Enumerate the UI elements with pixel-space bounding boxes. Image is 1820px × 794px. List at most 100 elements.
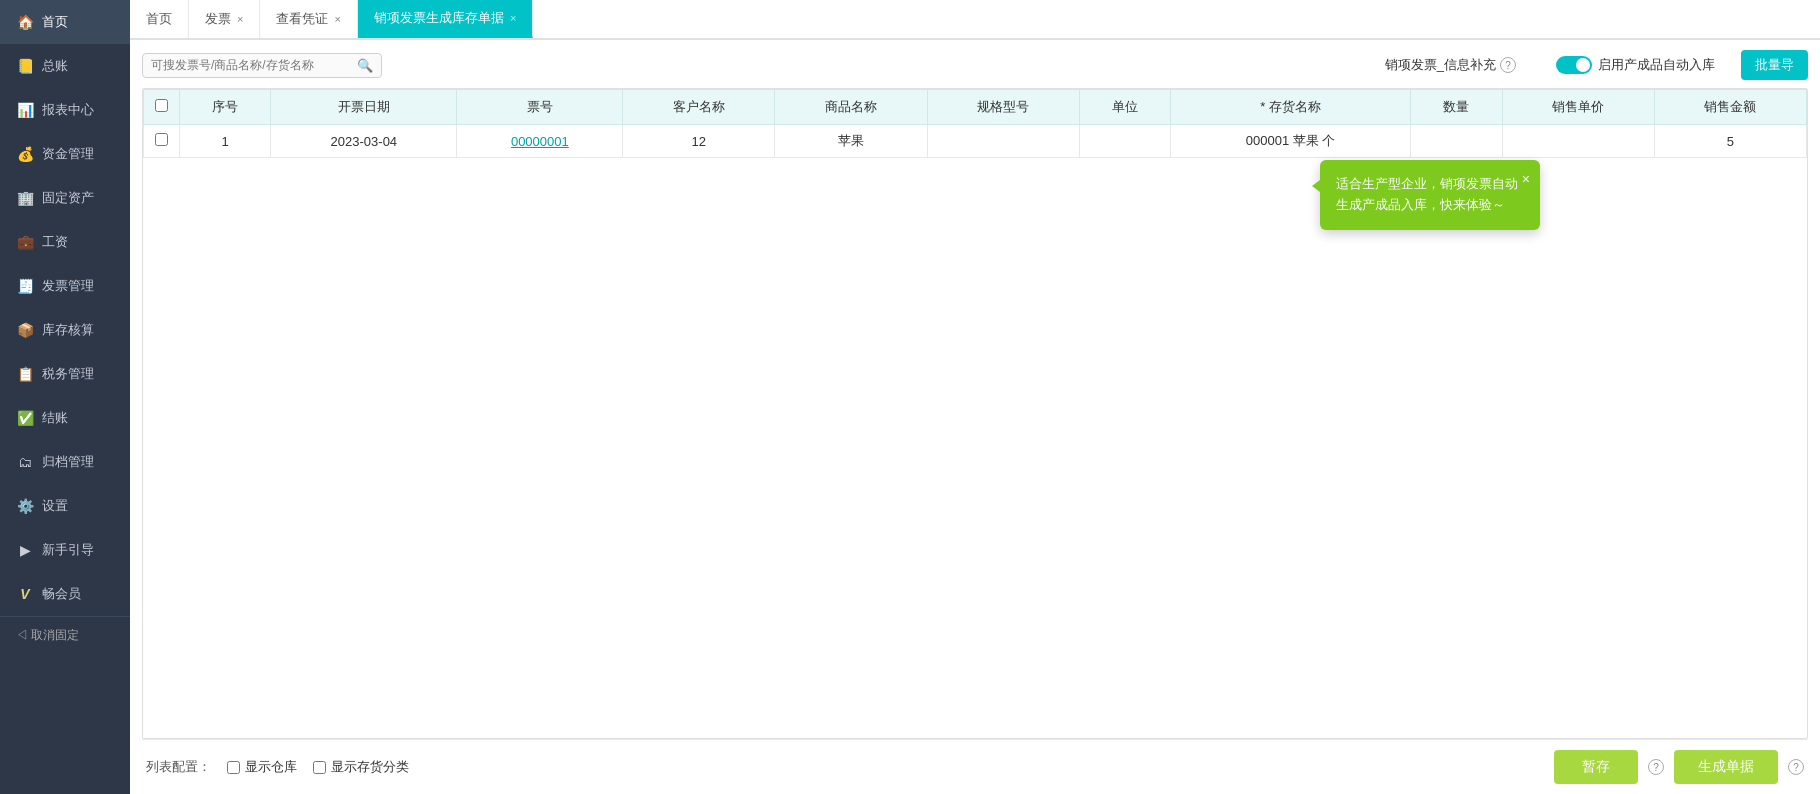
pin-label: 取消固定 [31, 628, 79, 642]
tab-home-label: 首页 [146, 10, 172, 28]
row-unit [1079, 125, 1170, 158]
col-header-goods: 商品名称 [775, 90, 927, 125]
sidebar-label-settle: 结账 [42, 409, 68, 427]
batch-button[interactable]: 批量导 [1741, 50, 1808, 80]
tax-icon: 📋 [16, 366, 34, 382]
data-table-wrap: 序号 开票日期 票号 客户名称 商品名称 规格型号 单位 * 存货名称 数量 销… [142, 88, 1808, 739]
sidebar-item-capital[interactable]: 💰 资金管理 [0, 132, 130, 176]
info-label-text: 销项发票_信息补充 [1385, 56, 1496, 74]
list-config-label: 列表配置： [146, 758, 211, 776]
row-number: 00000001 [457, 125, 623, 158]
show-category-checkbox[interactable] [313, 761, 326, 774]
sidebar-item-invoice[interactable]: 🧾 发票管理 [0, 264, 130, 308]
invoice-icon: 🧾 [16, 278, 34, 294]
report-icon: 📊 [16, 102, 34, 118]
search-input[interactable] [151, 58, 351, 72]
sidebar-item-settle[interactable]: ✅ 结账 [0, 396, 130, 440]
ledger-icon: 📒 [16, 58, 34, 74]
tab-invoice-close[interactable]: × [237, 13, 243, 25]
sidebar-label-inventory: 库存核算 [42, 321, 94, 339]
archive-icon: 🗂 [16, 454, 34, 470]
sidebar-item-vip[interactable]: V 畅会员 [0, 572, 130, 616]
table-header-row: 序号 开票日期 票号 客户名称 商品名称 规格型号 单位 * 存货名称 数量 销… [144, 90, 1807, 125]
tab-invoice-label: 发票 [205, 10, 231, 28]
sidebar-item-inventory[interactable]: 📦 库存核算 [0, 308, 130, 352]
tab-invoice[interactable]: 发票 × [189, 0, 260, 38]
bottom-actions: 暂存 ? 生成单据 ? [1554, 750, 1804, 784]
show-warehouse-checkbox[interactable] [227, 761, 240, 774]
show-category-label: 显示存货分类 [331, 758, 409, 776]
tab-home[interactable]: 首页 [130, 0, 189, 38]
sidebar-label-salary: 工资 [42, 233, 68, 251]
row-amount: 5 [1654, 125, 1806, 158]
sidebar-item-ledger[interactable]: 📒 总账 [0, 44, 130, 88]
tab-voucher-close[interactable]: × [334, 13, 340, 25]
row-model [927, 125, 1079, 158]
col-header-date: 开票日期 [271, 90, 457, 125]
save-button[interactable]: 暂存 [1554, 750, 1638, 784]
select-all-checkbox[interactable] [155, 99, 168, 112]
row-checkbox-cell [144, 125, 180, 158]
tooltip-text: 适合生产型企业，销项发票自动生成产成品入库，快来体验～ [1336, 176, 1518, 212]
sidebar-item-salary[interactable]: 💼 工资 [0, 220, 130, 264]
content-area: 🔍 销项发票_信息补充 ? 启用产成品自动入库 批量导 [130, 40, 1820, 794]
col-header-number: 票号 [457, 90, 623, 125]
tooltip-popup: × 适合生产型企业，销项发票自动生成产成品入库，快来体验～ [1320, 160, 1540, 230]
sidebar-label-capital: 资金管理 [42, 145, 94, 163]
tab-active-close[interactable]: × [510, 12, 516, 24]
tab-active[interactable]: 销项发票生成库存单据 × [358, 0, 533, 38]
sidebar-item-fixed[interactable]: 🏢 固定资产 [0, 176, 130, 220]
row-goods: 苹果 [775, 125, 927, 158]
settings-icon: ⚙️ [16, 498, 34, 514]
fixed-icon: 🏢 [16, 190, 34, 206]
toggle-label: 启用产成品自动入库 [1598, 56, 1715, 74]
col-header-checkbox [144, 90, 180, 125]
capital-icon: 💰 [16, 146, 34, 162]
sidebar-label-fixed: 固定资产 [42, 189, 94, 207]
row-checkbox[interactable] [155, 133, 168, 146]
sidebar-pin-button[interactable]: ◁ 取消固定 [0, 616, 130, 654]
row-qty [1411, 125, 1502, 158]
save-help-icon[interactable]: ? [1648, 759, 1664, 775]
sidebar-item-tax[interactable]: 📋 税务管理 [0, 352, 130, 396]
sidebar-label-ledger: 总账 [42, 57, 68, 75]
sidebar-label-tax: 税务管理 [42, 365, 94, 383]
generate-button[interactable]: 生成单据 [1674, 750, 1778, 784]
toggle-area: 启用产成品自动入库 [1556, 56, 1715, 74]
col-header-amount: 销售金额 [1654, 90, 1806, 125]
col-header-unitprice: 销售单价 [1502, 90, 1654, 125]
sidebar-label-home: 首页 [42, 13, 68, 31]
tooltip-close[interactable]: × [1522, 168, 1530, 190]
search-box: 🔍 [142, 53, 382, 78]
row-seq: 1 [180, 125, 271, 158]
row-date: 2023-03-04 [271, 125, 457, 158]
row-inventory: 000001 苹果 个 [1171, 125, 1411, 158]
inventory-icon: 📦 [16, 322, 34, 338]
col-header-inventory: * 存货名称 [1171, 90, 1411, 125]
row-number-link[interactable]: 00000001 [511, 134, 569, 149]
sidebar-label-invoice: 发票管理 [42, 277, 94, 295]
sidebar-label-report: 报表中心 [42, 101, 94, 119]
auto-warehouse-toggle[interactable] [1556, 56, 1592, 74]
toolbar: 🔍 销项发票_信息补充 ? 启用产成品自动入库 批量导 [142, 50, 1808, 80]
bottom-bar: 列表配置： 显示仓库 显示存货分类 暂存 ? 生成单据 ? [142, 739, 1808, 794]
sidebar-label-guide: 新手引导 [42, 541, 94, 559]
generate-help-icon[interactable]: ? [1788, 759, 1804, 775]
table-row: 1 2023-03-04 00000001 12 苹果 000001 苹果 个 … [144, 125, 1807, 158]
sidebar: 🏠 首页 📒 总账 📊 报表中心 💰 资金管理 🏢 固定资产 💼 工资 🧾 发票… [0, 0, 130, 794]
sidebar-item-archive[interactable]: 🗂 归档管理 [0, 440, 130, 484]
col-header-seq: 序号 [180, 90, 271, 125]
info-help-icon[interactable]: ? [1500, 57, 1516, 73]
tab-voucher[interactable]: 查看凭证 × [260, 0, 357, 38]
col-header-unit: 单位 [1079, 90, 1170, 125]
pin-icon: ◁ [16, 628, 28, 642]
sidebar-item-settings[interactable]: ⚙️ 设置 [0, 484, 130, 528]
tab-voucher-label: 查看凭证 [276, 10, 328, 28]
sidebar-item-report[interactable]: 📊 报表中心 [0, 88, 130, 132]
sidebar-item-guide[interactable]: ▶ 新手引导 [0, 528, 130, 572]
show-warehouse-option[interactable]: 显示仓库 [227, 758, 297, 776]
sidebar-item-home[interactable]: 🏠 首页 [0, 0, 130, 44]
row-customer: 12 [623, 125, 775, 158]
show-category-option[interactable]: 显示存货分类 [313, 758, 409, 776]
main-area: 首页 发票 × 查看凭证 × 销项发票生成库存单据 × 🔍 销项发票_信息补充 … [130, 0, 1820, 794]
